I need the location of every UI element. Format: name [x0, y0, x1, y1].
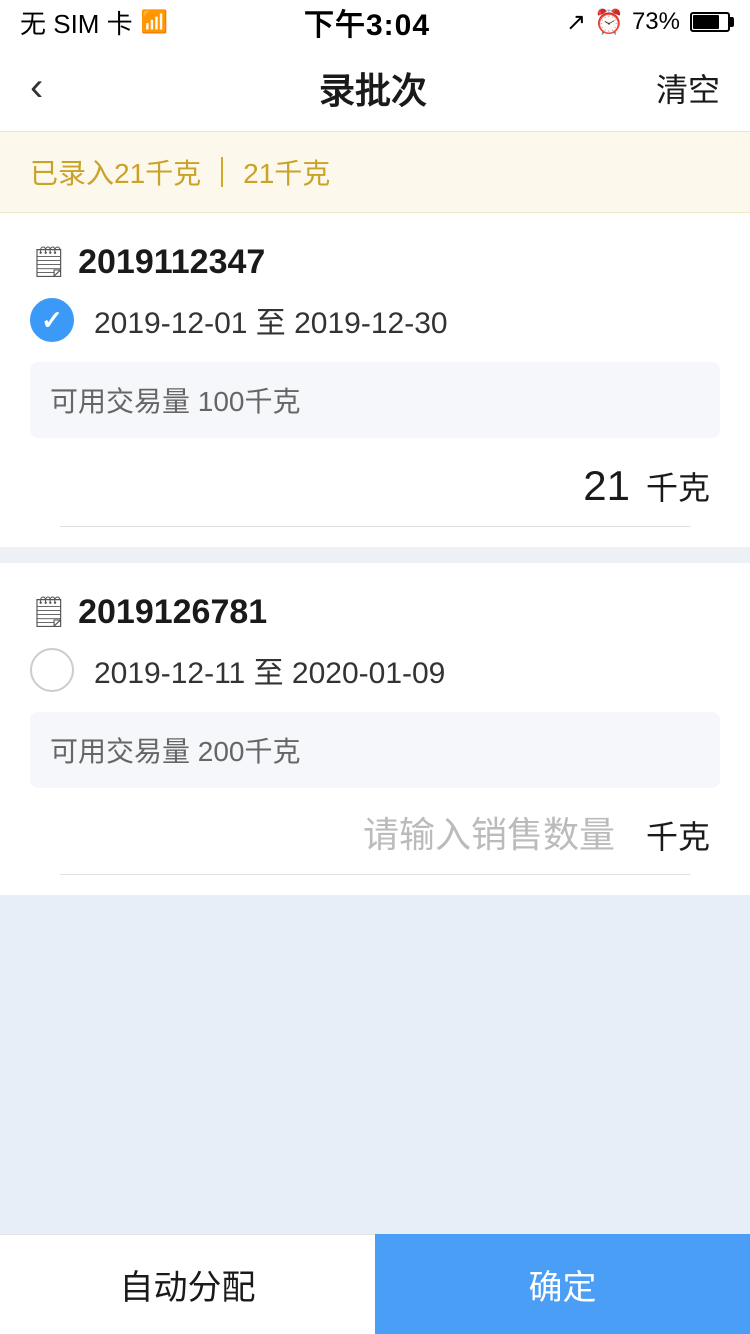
- info-banner: 已录入21千克 21千克: [0, 132, 750, 213]
- wifi-icon: 📶: [141, 9, 168, 35]
- batch1-available-box: 可用交易量 100千克: [30, 362, 720, 438]
- status-right: ↗ ⏰ 73%: [566, 8, 730, 37]
- batch2-icon: 🗒: [30, 595, 68, 630]
- batch1-date-row[interactable]: 2019-12-01 至 2019-12-30: [30, 298, 720, 342]
- batch2-radio[interactable]: [30, 648, 74, 692]
- battery-icon: [690, 12, 730, 32]
- batch1-unit: 千克: [646, 463, 710, 509]
- confirm-button[interactable]: 确定: [375, 1234, 750, 1334]
- banner-divider: [221, 157, 223, 187]
- page-title: 录批次: [319, 62, 427, 114]
- status-bar: 无 SIM 卡 📶 下午3:04 ↗ ⏰ 73%: [0, 0, 750, 44]
- batch1-icon: 🗒: [30, 245, 68, 280]
- batch1-separator: [60, 526, 690, 527]
- bottom-bar: 自动分配 确定: [0, 1234, 750, 1334]
- batch1-quantity-value: 21: [583, 462, 630, 510]
- sim-label: 无 SIM 卡: [20, 4, 133, 41]
- batch2-id-row: 🗒 2019126781: [30, 593, 720, 632]
- nav-bar: ‹ 录批次 清空: [0, 44, 750, 132]
- batch1-quantity-row: 21 千克: [30, 438, 720, 526]
- batch2-quantity-input[interactable]: [40, 814, 630, 856]
- recorded-label: 已录入21千克: [30, 152, 201, 192]
- batch2-date: 2019-12-11 至 2020-01-09: [94, 648, 445, 692]
- location-icon: ↗: [566, 8, 586, 37]
- batch2-card: 🗒 2019126781 2019-12-11 至 2020-01-09 可用交…: [0, 563, 750, 895]
- batch2-id: 2019126781: [78, 593, 267, 632]
- batch1-id-row: 🗒 2019112347: [30, 243, 720, 282]
- battery-text: 73%: [632, 8, 680, 36]
- status-left: 无 SIM 卡 📶: [20, 4, 168, 41]
- batch1-card: 🗒 2019112347 2019-12-01 至 2019-12-30 可用交…: [0, 213, 750, 547]
- clear-button[interactable]: 清空: [656, 65, 720, 111]
- back-button[interactable]: ‹: [30, 65, 90, 110]
- batch1-date: 2019-12-01 至 2019-12-30: [94, 298, 448, 342]
- batch2-input-row[interactable]: 千克: [30, 788, 720, 874]
- batch1-available: 可用交易量 100千克: [50, 386, 301, 417]
- batch1-radio[interactable]: [30, 298, 74, 342]
- batch2-date-row[interactable]: 2019-12-11 至 2020-01-09: [30, 648, 720, 692]
- auto-distribute-button[interactable]: 自动分配: [0, 1234, 375, 1334]
- batch1-id: 2019112347: [78, 243, 265, 282]
- recorded-value: 21千克: [243, 152, 330, 192]
- batch2-available-box: 可用交易量 200千克: [30, 712, 720, 788]
- alarm-icon: ⏰: [594, 8, 624, 37]
- batch2-available: 可用交易量 200千克: [50, 736, 301, 767]
- batch2-separator: [60, 874, 690, 875]
- batch2-unit: 千克: [646, 812, 710, 858]
- section-divider: [0, 547, 750, 563]
- status-time: 下午3:04: [304, 0, 430, 44]
